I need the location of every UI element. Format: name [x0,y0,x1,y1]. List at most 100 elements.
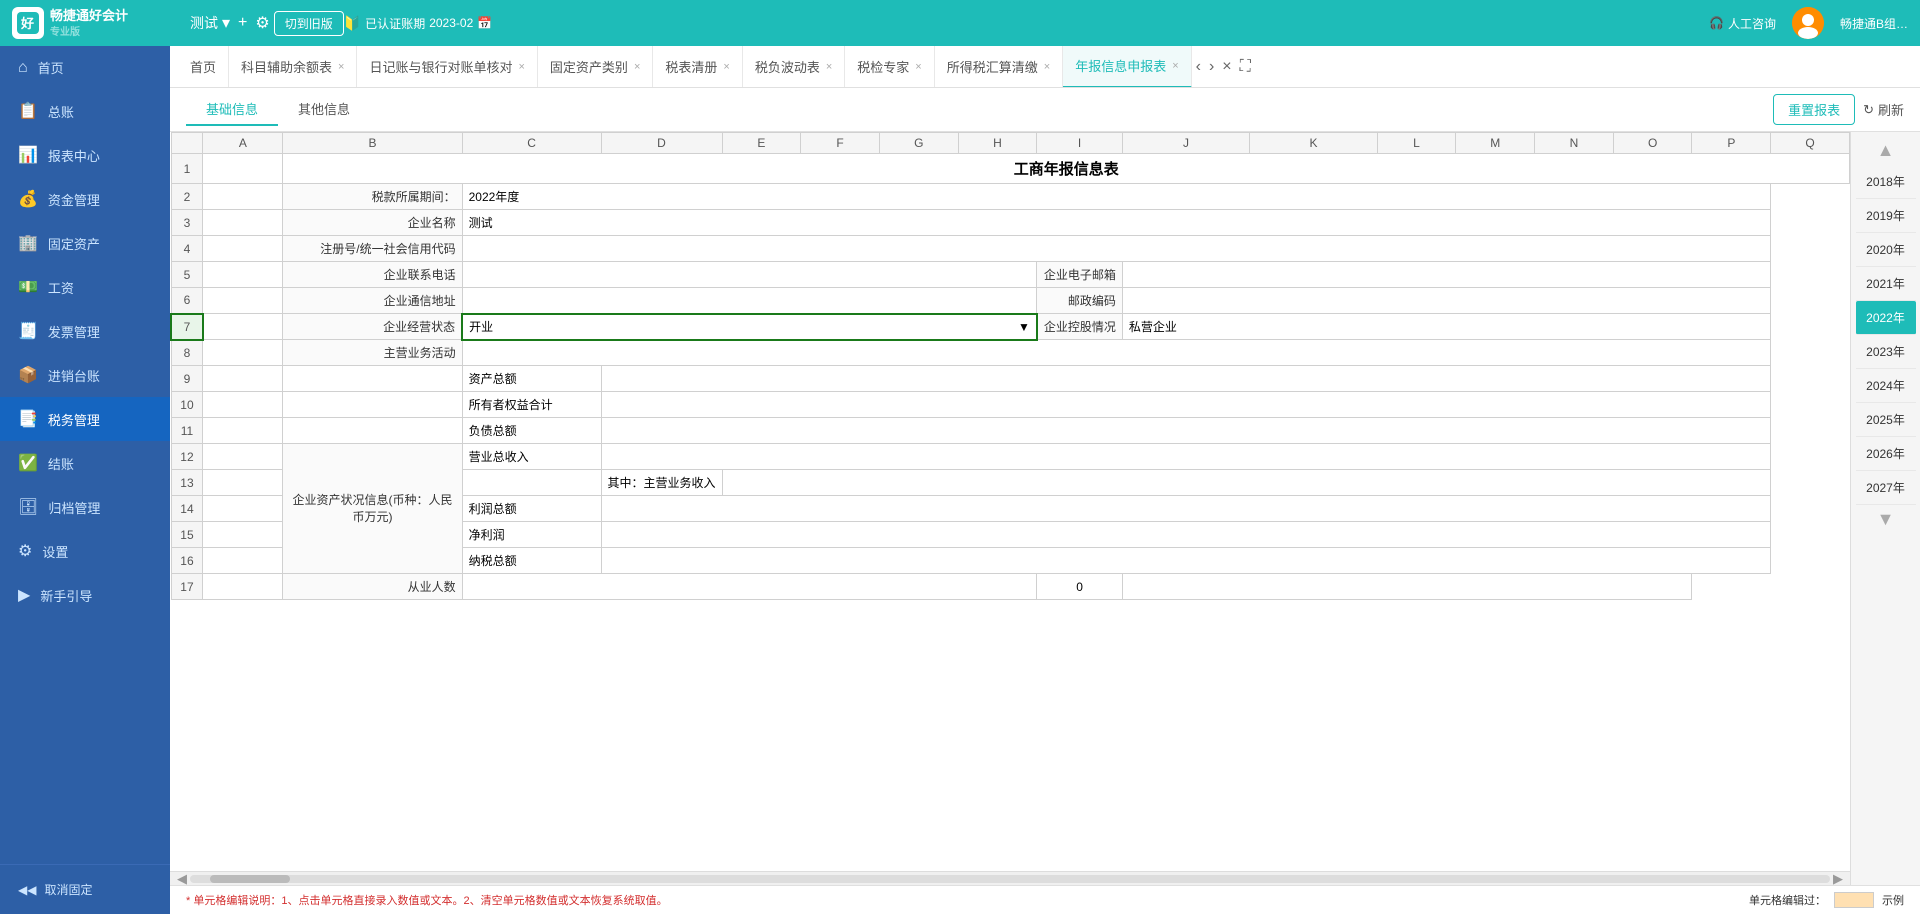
sidebar-item-archive[interactable]: 🗄 归档管理 [0,485,170,529]
tab-close-income[interactable]: × [1044,61,1050,73]
sub-tab-other[interactable]: 其他信息 [278,93,370,126]
scroll-thumb[interactable] [210,875,290,883]
sidebar-item-settings[interactable]: ⚙ 设置 [0,529,170,573]
cell-14-d[interactable] [601,496,1771,522]
col-header-q[interactable]: Q [1771,133,1850,154]
tab-taxfluct[interactable]: 税负波动表 × [743,46,845,88]
tab-income[interactable]: 所得税汇算清缴 × [935,46,1063,88]
sidebar-item-close[interactable]: ✅ 结账 [0,441,170,485]
col-header-c[interactable]: C [462,133,601,154]
horizontal-scrollbar[interactable]: ◀ ▶ [170,871,1850,885]
col-header-o[interactable]: O [1613,133,1692,154]
reset-btn[interactable]: 重置报表 [1773,94,1855,125]
year-2024[interactable]: 2024年 [1856,369,1916,403]
col-header-k[interactable]: K [1250,133,1377,154]
year-2026[interactable]: 2026年 [1856,437,1916,471]
col-header-j[interactable]: J [1122,133,1249,154]
cell-6-c[interactable] [462,288,1037,314]
cell-9-d[interactable] [601,366,1771,392]
year-2022[interactable]: 2022年 [1856,301,1916,335]
unpin-btn[interactable]: ◀◀ 取消固定 [0,873,170,906]
sub-tab-basic[interactable]: 基础信息 [186,93,278,126]
settings-icon[interactable]: ⚙ [251,9,273,37]
sidebar-item-tax[interactable]: 📑 税务管理 [0,397,170,441]
col-header-p[interactable]: P [1692,133,1771,154]
sidebar-item-funds[interactable]: 💰 资金管理 [0,177,170,221]
sidebar-item-assets[interactable]: 🏢 固定资产 [0,221,170,265]
cell-5-c[interactable] [462,262,1037,288]
add-icon[interactable]: + [234,10,251,36]
cell-15-d[interactable] [601,522,1771,548]
dropdown-icon[interactable]: ▾ [218,9,234,37]
cell-6-k[interactable] [1122,288,1770,314]
switch-btn[interactable]: 切到旧版 [274,11,344,36]
cell-17-j[interactable]: 0 [1037,574,1123,600]
tab-next-btn[interactable]: › [1205,58,1218,76]
cell-4-c[interactable] [462,236,1771,262]
cell-16-d[interactable] [601,548,1771,574]
year-2023[interactable]: 2023年 [1856,335,1916,369]
tab-fixedasset[interactable]: 固定资产类别 × [538,46,653,88]
dropdown-arrow[interactable]: ▼ [1018,320,1030,334]
scroll-left-btn[interactable]: ◀ [174,871,190,886]
col-header-f[interactable]: F [801,133,880,154]
cell-10-d[interactable] [601,392,1771,418]
calendar-icon[interactable]: 📅 [477,16,492,30]
year-2019[interactable]: 2019年 [1856,199,1916,233]
cell-8-c[interactable] [462,340,1771,366]
tab-taxlist[interactable]: 税表清册 × [653,46,742,88]
tab-prev-btn[interactable]: ‹ [1192,58,1205,76]
spreadsheet[interactable]: A B C D E F G H I J [170,132,1850,871]
sidebar-item-stock[interactable]: 📦 进销台账 [0,353,170,397]
year-scroll-down[interactable]: ▼ [1873,505,1899,534]
cell-5-k[interactable] [1122,262,1770,288]
tab-close-subject[interactable]: × [338,61,344,73]
cell-7-k[interactable]: 私营企业 [1122,314,1770,340]
col-header-i[interactable]: I [1037,133,1123,154]
tab-taxcheck[interactable]: 税检专家 × [845,46,934,88]
col-header-g[interactable]: G [879,133,958,154]
year-2025[interactable]: 2025年 [1856,403,1916,437]
year-2027[interactable]: 2027年 [1856,471,1916,505]
tab-close-all-btn[interactable]: × [1218,58,1235,76]
sidebar-item-guide[interactable]: ▶ 新手引导 [0,573,170,617]
col-header-n[interactable]: N [1535,133,1614,154]
support-btn[interactable]: 🎧 人工咨询 [1709,15,1776,32]
year-scroll-up[interactable]: ▲ [1873,136,1899,165]
cell-11-d[interactable] [601,418,1771,444]
year-2018[interactable]: 2018年 [1856,165,1916,199]
scroll-track[interactable] [190,875,1830,883]
col-header-m[interactable]: M [1456,133,1535,154]
tab-close-taxcheck[interactable]: × [915,61,921,73]
col-header-b[interactable]: B [283,133,462,154]
year-2020[interactable]: 2020年 [1856,233,1916,267]
sidebar-item-reports[interactable]: 📊 报表中心 [0,133,170,177]
tab-close-fixedasset[interactable]: × [634,61,640,73]
tab-close-taxfluct[interactable]: × [826,61,832,73]
tab-expand-btn[interactable]: ⛶ [1236,58,1255,76]
col-header-h[interactable]: H [958,133,1037,154]
sidebar-item-home[interactable]: ⌂ 首页 [0,46,170,89]
tab-close-taxlist[interactable]: × [723,61,729,73]
tab-close-annual[interactable]: × [1172,60,1178,72]
col-header-d[interactable]: D [601,133,722,154]
col-header-a[interactable]: A [203,133,283,154]
col-header-e[interactable]: E [722,133,801,154]
tab-annual[interactable]: 年报信息申报表 × [1063,46,1191,88]
cell-2-c[interactable]: 2022年度 [462,184,1771,210]
cell-7-c-dropdown[interactable]: 开业 ▼ [462,314,1037,340]
year-2021[interactable]: 2021年 [1856,267,1916,301]
scroll-right-btn[interactable]: ▶ [1830,871,1846,886]
cell-17-k[interactable] [1122,574,1692,600]
cell-13-e[interactable] [722,470,1771,496]
cell-12-d[interactable] [601,444,1771,470]
sidebar-item-invoice[interactable]: 🧾 发票管理 [0,309,170,353]
sidebar-item-ledger[interactable]: 📋 总账 [0,89,170,133]
tab-subject[interactable]: 科目辅助余额表 × [229,46,357,88]
cell-3-c[interactable]: 测试 [462,210,1771,236]
tab-journal[interactable]: 日记账与银行对账单核对 × [357,46,537,88]
refresh-btn[interactable]: ↻ 刷新 [1863,100,1904,119]
sidebar-item-salary[interactable]: 💵 工资 [0,265,170,309]
col-header-l[interactable]: L [1377,133,1456,154]
tab-close-journal[interactable]: × [518,61,524,73]
